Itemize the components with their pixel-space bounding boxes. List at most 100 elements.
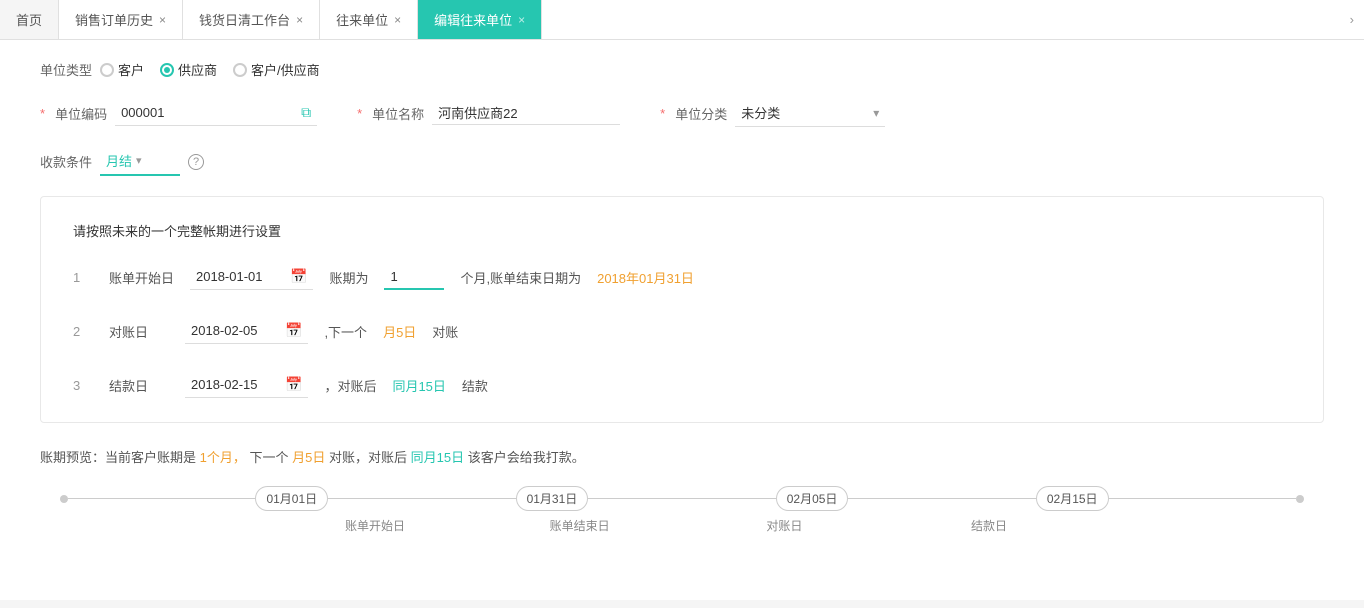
setting-row-1: 1 账单开始日 📅 账期为 个月,账单结束日期为 2018年01月31日 xyxy=(73,264,1291,290)
row-1-label: 账单开始日 xyxy=(109,268,174,287)
unit-code-input[interactable] xyxy=(121,105,297,120)
setting-row-2: 2 对账日 📅 ,下一个 月5日 对账 xyxy=(73,318,1291,344)
payment-condition-arrow-icon: ▾ xyxy=(136,154,142,167)
tab-home[interactable]: 首页 xyxy=(0,0,59,39)
row-3-highlight: 同月15日 xyxy=(392,376,445,395)
radio-customer-supplier-label: 客户/供应商 xyxy=(251,60,320,79)
help-icon[interactable]: ? xyxy=(188,154,204,170)
row-2-desc-post: 对账 xyxy=(432,322,458,341)
settings-title: 请按照未来的一个完整帐期进行设置 xyxy=(73,221,1291,240)
tab-edit-counterpart[interactable]: 编辑往来单位 × xyxy=(418,0,542,39)
timeline-node-3: 02月05日 xyxy=(776,486,849,511)
tab-bar: 首页 销售订单历史 × 钱货日清工作台 × 往来单位 × 编辑往来单位 × › xyxy=(0,0,1364,40)
row-1-desc-post: 个月,账单结束日期为 xyxy=(460,268,581,287)
preview-prefix: 账期预览：当前客户账期是 xyxy=(40,450,196,465)
row-2-calendar-icon[interactable]: 📅 xyxy=(285,322,302,339)
unit-type-row: 单位类型 客户 供应商 客户/供应商 xyxy=(40,60,1324,79)
radio-supplier[interactable]: 供应商 xyxy=(160,60,217,79)
timeline-segment-4 xyxy=(848,498,1035,499)
row-2-desc-pre: ,下一个 xyxy=(324,322,367,341)
timeline-labels: 账单开始日 账单结束日 对账日 结款日 xyxy=(60,517,1304,534)
unit-category-arrow-icon: ▾ xyxy=(873,106,879,120)
radio-customer-circle xyxy=(100,63,114,77)
row-1-date-input[interactable] xyxy=(196,269,286,284)
row-3-desc-post: 结款 xyxy=(462,376,488,395)
tab-cash-work[interactable]: 钱货日清工作台 × xyxy=(183,0,320,39)
unit-name-required: * xyxy=(357,106,362,121)
radio-customer-supplier-circle xyxy=(233,63,247,77)
row-1-desc-pre: 账期为 xyxy=(329,268,368,287)
row-1-highlight: 2018年01月31日 xyxy=(597,268,694,287)
tab-sales-order[interactable]: 销售订单历史 × xyxy=(59,0,183,39)
timeline-badge-3: 02月05日 xyxy=(776,486,849,511)
payment-condition-value: 月结 xyxy=(106,151,132,170)
timeline-segment-1 xyxy=(68,498,255,499)
timeline-segment-2 xyxy=(328,498,515,499)
tab-more-button[interactable]: › xyxy=(1340,0,1364,39)
radio-customer[interactable]: 客户 xyxy=(100,60,144,79)
radio-customer-supplier[interactable]: 客户/供应商 xyxy=(233,60,320,79)
timeline-label-1: 账单开始日 xyxy=(273,517,478,534)
tab-sales-order-close[interactable]: × xyxy=(159,13,166,27)
timeline-left-dot xyxy=(60,495,68,503)
timeline-node-4: 02月15日 xyxy=(1036,486,1109,511)
unit-name-group: * 单位名称 xyxy=(357,101,620,125)
preview-mid1: 下一个 xyxy=(250,450,289,465)
tab-counterpart-close[interactable]: × xyxy=(394,13,401,27)
unit-info-row: * 单位编码 ⧉ * 单位名称 * 单位分类 未分类 ▾ xyxy=(40,99,1324,127)
timeline-node-1: 01月01日 xyxy=(255,486,328,511)
unit-code-required: * xyxy=(40,106,45,121)
tab-counterpart-label: 往来单位 xyxy=(336,10,388,29)
row-3-label: 结款日 xyxy=(109,376,169,395)
unit-category-label: 单位分类 xyxy=(675,104,727,123)
row-1-num: 1 xyxy=(73,270,93,285)
unit-code-group: * 单位编码 ⧉ xyxy=(40,100,317,126)
unit-category-value: 未分类 xyxy=(741,103,873,122)
row-2-date-wrap: 📅 xyxy=(185,318,308,344)
payment-condition-select[interactable]: 月结 ▾ xyxy=(100,147,180,176)
tab-counterpart[interactable]: 往来单位 × xyxy=(320,0,418,39)
unit-type-label: 单位类型 xyxy=(40,60,92,79)
unit-name-label: 单位名称 xyxy=(372,104,424,123)
row-3-desc-pre: ，对账后 xyxy=(324,376,376,395)
payment-condition-row: 收款条件 月结 ▾ ? xyxy=(40,147,1324,176)
unit-category-select[interactable]: 未分类 ▾ xyxy=(735,99,885,127)
timeline-badge-1: 01月01日 xyxy=(255,486,328,511)
unit-name-input[interactable] xyxy=(432,101,620,125)
preview-highlight1: 1个月， xyxy=(200,450,246,465)
row-1-calendar-icon[interactable]: 📅 xyxy=(290,268,307,285)
row-2-label: 对账日 xyxy=(109,322,169,341)
row-2-date-input[interactable] xyxy=(191,323,281,338)
unit-category-group: * 单位分类 未分类 ▾ xyxy=(660,99,885,127)
unit-code-label: 单位编码 xyxy=(55,104,107,123)
row-3-date-input[interactable] xyxy=(191,377,281,392)
row-1-date-wrap: 📅 xyxy=(190,264,313,290)
payment-condition-label: 收款条件 xyxy=(40,152,92,171)
period-input[interactable] xyxy=(384,265,444,290)
timeline-badge-2: 01月31日 xyxy=(516,486,589,511)
timeline-label-2: 账单结束日 xyxy=(477,517,682,534)
unit-code-input-wrap: ⧉ xyxy=(115,100,317,126)
tab-cash-work-label: 钱货日清工作台 xyxy=(199,10,290,29)
timeline-badge-4: 02月15日 xyxy=(1036,486,1109,511)
row-3-calendar-icon[interactable]: 📅 xyxy=(285,376,302,393)
radio-supplier-circle xyxy=(160,63,174,77)
timeline-container: 01月01日 01月31日 02月05日 02月15日 xyxy=(40,486,1324,534)
page-content: 单位类型 客户 供应商 客户/供应商 * 单位编码 xyxy=(0,40,1364,600)
copy-icon[interactable]: ⧉ xyxy=(301,104,311,121)
tab-edit-counterpart-label: 编辑往来单位 xyxy=(434,10,512,29)
timeline-node-2: 01月31日 xyxy=(516,486,589,511)
timeline-label-3: 对账日 xyxy=(682,517,887,534)
tab-edit-counterpart-close[interactable]: × xyxy=(518,13,525,27)
timeline-segment-3 xyxy=(588,498,775,499)
timeline-track: 01月01日 01月31日 02月05日 02月15日 xyxy=(60,486,1304,511)
unit-category-required: * xyxy=(660,106,665,121)
preview-highlight2: 月5日 xyxy=(292,450,325,465)
tab-cash-work-close[interactable]: × xyxy=(296,13,303,27)
preview-text: 账期预览：当前客户账期是 1个月， 下一个 月5日 对账，对账后 同月15日 该… xyxy=(40,447,1324,466)
radio-group-unit-type: 客户 供应商 客户/供应商 xyxy=(100,60,320,79)
row-2-num: 2 xyxy=(73,324,93,339)
setting-row-3: 3 结款日 📅 ，对账后 同月15日 结款 xyxy=(73,372,1291,398)
preview-suffix: 该客户会给我打款。 xyxy=(468,450,585,465)
row-3-num: 3 xyxy=(73,378,93,393)
